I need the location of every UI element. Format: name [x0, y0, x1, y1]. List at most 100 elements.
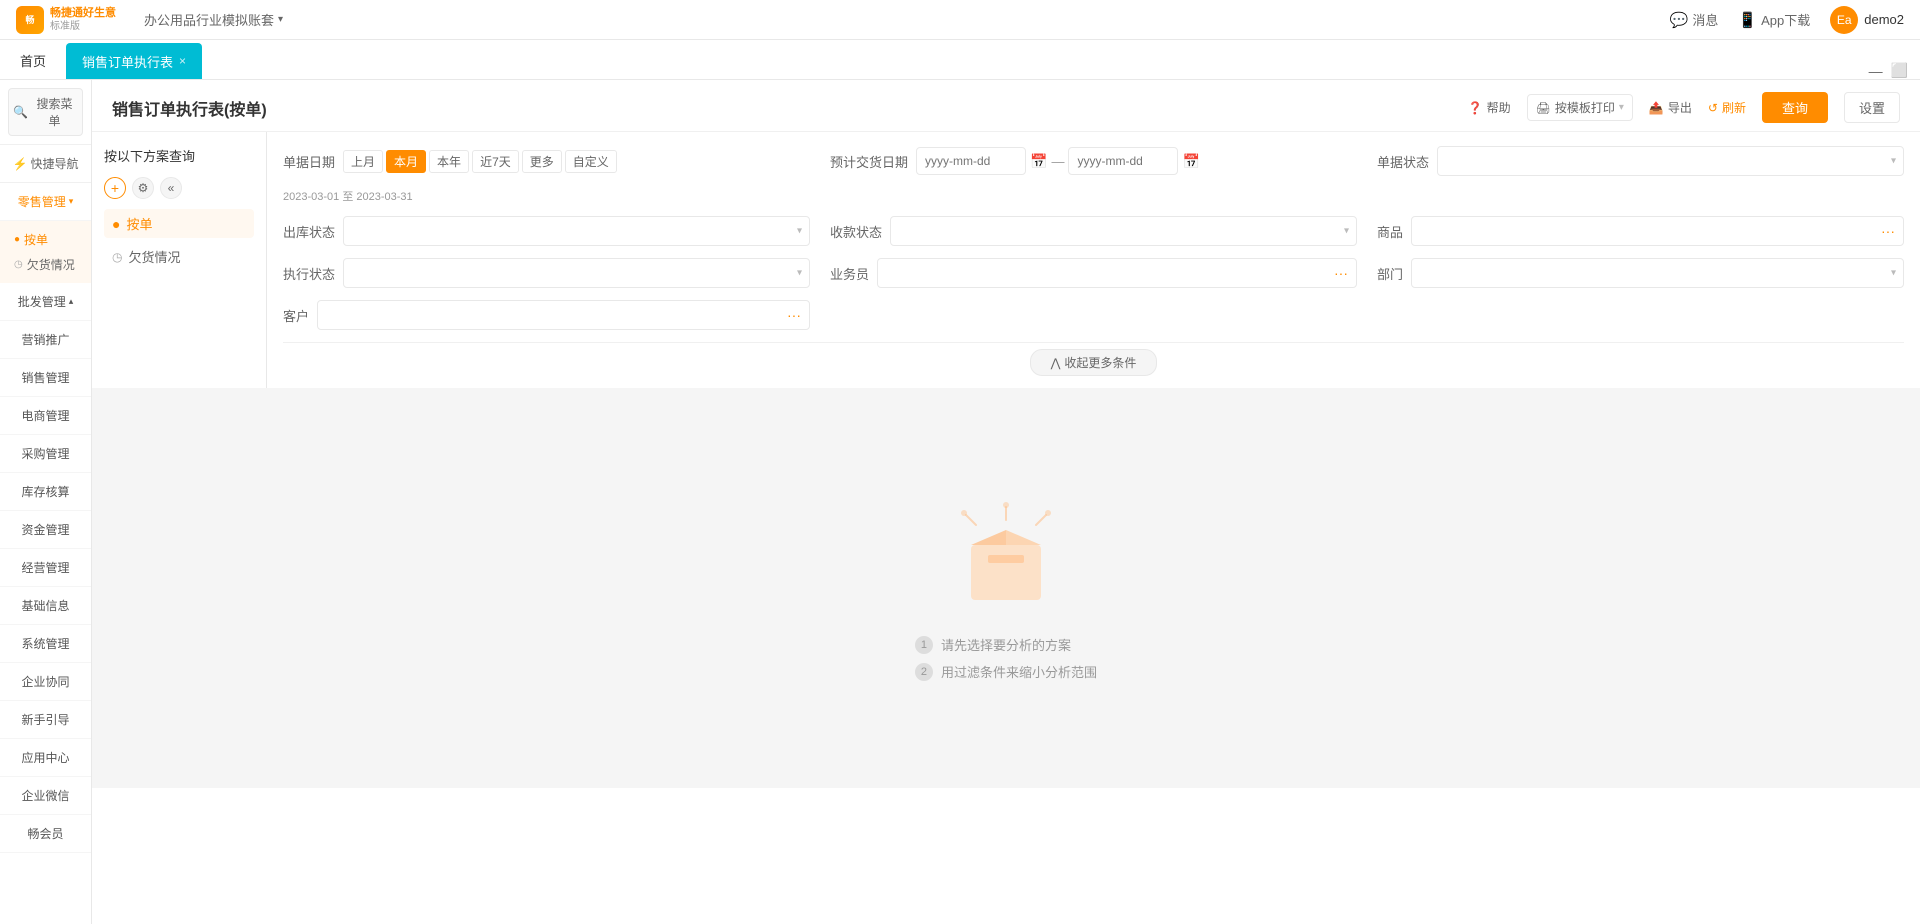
salesperson-input[interactable]: [886, 266, 1334, 281]
sidebar-item-sales[interactable]: 销售管理: [0, 359, 91, 397]
sidebar: 🔍 搜索菜单 ⚡ 快捷导航 零售管理 ▾ ● 按单 ◷ 欠货情况: [0, 80, 92, 924]
plan-inactive-icon: ◷: [112, 250, 122, 264]
sidebar-item-purchase[interactable]: 采购管理: [0, 435, 91, 473]
logo-text: 畅捷通好生意 标准版: [50, 6, 116, 33]
calendar-icon-right[interactable]: 📅: [1182, 153, 1199, 170]
expected-date-from-input[interactable]: [916, 147, 1026, 175]
goods-ellipsis-icon[interactable]: ···: [1881, 223, 1895, 239]
empty-steps: 1 请先选择要分析的方案 2 用过滤条件来缩小分析范围: [915, 635, 1097, 681]
chevron-up-icon: ▴: [69, 296, 74, 307]
main-layout: 🔍 搜索菜单 ⚡ 快捷导航 零售管理 ▾ ● 按单 ◷ 欠货情况: [0, 80, 1920, 924]
user-profile[interactable]: Ea demo2: [1830, 6, 1904, 34]
out-status-field: 出库状态 ▾: [283, 216, 810, 246]
customer-input[interactable]: [326, 308, 787, 323]
department-select-wrapper: ▾: [1411, 258, 1904, 288]
sidebar-nav-area: ⚡ 快捷导航: [0, 145, 91, 183]
sidebar-item-enterprise[interactable]: 企业协同: [0, 663, 91, 701]
department-field: 部门 ▾: [1377, 258, 1904, 288]
date-range-dash: —: [1051, 154, 1064, 169]
retail-submenu: ● 按单 ◷ 欠货情况: [0, 221, 91, 283]
empty-step-2: 2 用过滤条件来缩小分析范围: [915, 662, 1097, 681]
date-btn-7days[interactable]: 近7天: [472, 150, 519, 173]
filter-area: 按以下方案查询 + ⚙ « ● 按单 ◷ 欠货情况: [92, 132, 1920, 388]
empty-step-1: 1 请先选择要分析的方案: [915, 635, 1097, 654]
exec-status-field: 执行状态 ▾: [283, 258, 810, 288]
sidebar-item-ecommerce[interactable]: 电商管理: [0, 397, 91, 435]
date-btn-this-month[interactable]: 本月: [386, 150, 426, 173]
sidebar-item-membership[interactable]: 畅会员: [0, 815, 91, 853]
tab-bar-right: — ⬜: [1869, 62, 1920, 79]
sidebar-item-wholesale[interactable]: 批发管理 ▴: [0, 283, 91, 321]
active-dot-icon: ●: [14, 234, 20, 245]
sidebar-item-按单[interactable]: ● 按单: [8, 227, 83, 252]
app-download-button[interactable]: 📱 App下载: [1738, 10, 1810, 29]
add-plan-button[interactable]: +: [104, 177, 126, 199]
expected-date-to-input[interactable]: [1068, 147, 1178, 175]
data-area: 1 请先选择要分析的方案 2 用过滤条件来缩小分析范围: [92, 388, 1920, 788]
goods-field: 商品 ···: [1377, 216, 1904, 246]
sidebar-item-wechat[interactable]: 企业微信: [0, 777, 91, 815]
export-button[interactable]: 📤 导出: [1649, 99, 1692, 116]
sidebar-item-newbie[interactable]: 新手引导: [0, 701, 91, 739]
tab-sales-order[interactable]: 销售订单执行表 ×: [66, 43, 202, 79]
expected-date-range: 📅 — 📅: [916, 147, 1357, 175]
payment-status-field: 收款状态 ▾: [830, 216, 1357, 246]
app-icon: 📱: [1738, 11, 1757, 29]
help-button[interactable]: ❓ 帮助: [1468, 99, 1511, 116]
plan-item-按单[interactable]: ● 按单: [104, 209, 254, 238]
date-btn-custom[interactable]: 自定义: [565, 150, 617, 173]
sidebar-item-basic[interactable]: 基础信息: [0, 587, 91, 625]
clock-icon: ◷: [14, 259, 23, 270]
filter-settings-button[interactable]: 设置: [1844, 92, 1900, 123]
date-btn-this-year[interactable]: 本年: [429, 150, 469, 173]
sidebar-item-finance[interactable]: 资金管理: [0, 511, 91, 549]
tab-close-icon[interactable]: ×: [179, 54, 186, 68]
step2-num: 2: [915, 663, 933, 681]
top-bar: 畅 畅捷通好生意 标准版 办公用品行业模拟账套 ▾ 💬 消息 📱 App下载 E…: [0, 0, 1920, 40]
quick-nav-button[interactable]: ⚡ 快捷导航: [0, 149, 91, 178]
sidebar-item-app-center[interactable]: 应用中心: [0, 739, 91, 777]
refresh-icon: ↺: [1708, 101, 1718, 115]
payment-status-select[interactable]: [890, 216, 1357, 246]
out-status-select[interactable]: [343, 216, 810, 246]
window-maximize-button[interactable]: ⬜: [1891, 62, 1908, 79]
search-menu-button[interactable]: 🔍 搜索菜单: [8, 88, 83, 136]
department-select[interactable]: [1411, 258, 1904, 288]
plan-item-欠货情况[interactable]: ◷ 欠货情况: [104, 242, 254, 271]
date-range-display: 2023-03-01 至 2023-03-31: [283, 188, 1904, 204]
exec-status-select[interactable]: [343, 258, 810, 288]
window-minimize-button[interactable]: —: [1869, 63, 1883, 79]
sidebar-item-operation[interactable]: 经营管理: [0, 549, 91, 587]
collapse-arrow-icon: ⋀: [1051, 356, 1061, 370]
plan-active-icon: ●: [112, 216, 120, 232]
main-content: 销售订单执行表(按单) ❓ 帮助 🖨 按模板打印 ▾ 📤 导出 ↺ 刷新: [92, 80, 1920, 924]
plan-filter-section: 按以下方案查询 + ⚙ « ● 按单 ◷ 欠货情况: [92, 132, 267, 388]
sidebar-item-marketing[interactable]: 营销推广: [0, 321, 91, 359]
sidebar-item-inventory[interactable]: 库存核算: [0, 473, 91, 511]
tab-home[interactable]: 首页: [0, 43, 66, 79]
export-icon: 📤: [1649, 101, 1664, 115]
refresh-button[interactable]: ↺ 刷新: [1708, 99, 1746, 116]
system-dropdown[interactable]: 办公用品行业模拟账套 ▾: [144, 10, 283, 29]
customer-input-wrapper: ···: [317, 300, 810, 330]
goods-input[interactable]: [1420, 224, 1877, 239]
collapse-button[interactable]: ⋀ 收起更多条件: [1030, 349, 1158, 376]
calendar-icon-left[interactable]: 📅: [1030, 153, 1047, 170]
sidebar-item-system[interactable]: 系统管理: [0, 625, 91, 663]
salesperson-ellipsis-icon[interactable]: ···: [1334, 265, 1348, 281]
sidebar-item-retail[interactable]: 零售管理 ▾: [0, 183, 91, 221]
search-icon: 🔍: [13, 105, 28, 119]
avatar: Ea: [1830, 6, 1858, 34]
query-button[interactable]: 查询: [1762, 92, 1828, 123]
page-header: 销售订单执行表(按单) ❓ 帮助 🖨 按模板打印 ▾ 📤 导出 ↺ 刷新: [92, 80, 1920, 132]
plan-settings-button[interactable]: ⚙: [132, 177, 154, 199]
order-status-select[interactable]: [1437, 146, 1904, 176]
date-btn-more[interactable]: 更多: [522, 150, 562, 173]
message-button[interactable]: 💬 消息: [1670, 10, 1719, 29]
customer-ellipsis-icon[interactable]: ···: [787, 307, 801, 323]
empty-state: 1 请先选择要分析的方案 2 用过滤条件来缩小分析范围: [915, 495, 1097, 681]
date-btn-last-month[interactable]: 上月: [343, 150, 383, 173]
sidebar-item-欠货情况[interactable]: ◷ 欠货情况: [8, 252, 83, 277]
plan-collapse-button[interactable]: «: [160, 177, 182, 199]
template-print-button[interactable]: 🖨 按模板打印 ▾: [1527, 94, 1633, 121]
